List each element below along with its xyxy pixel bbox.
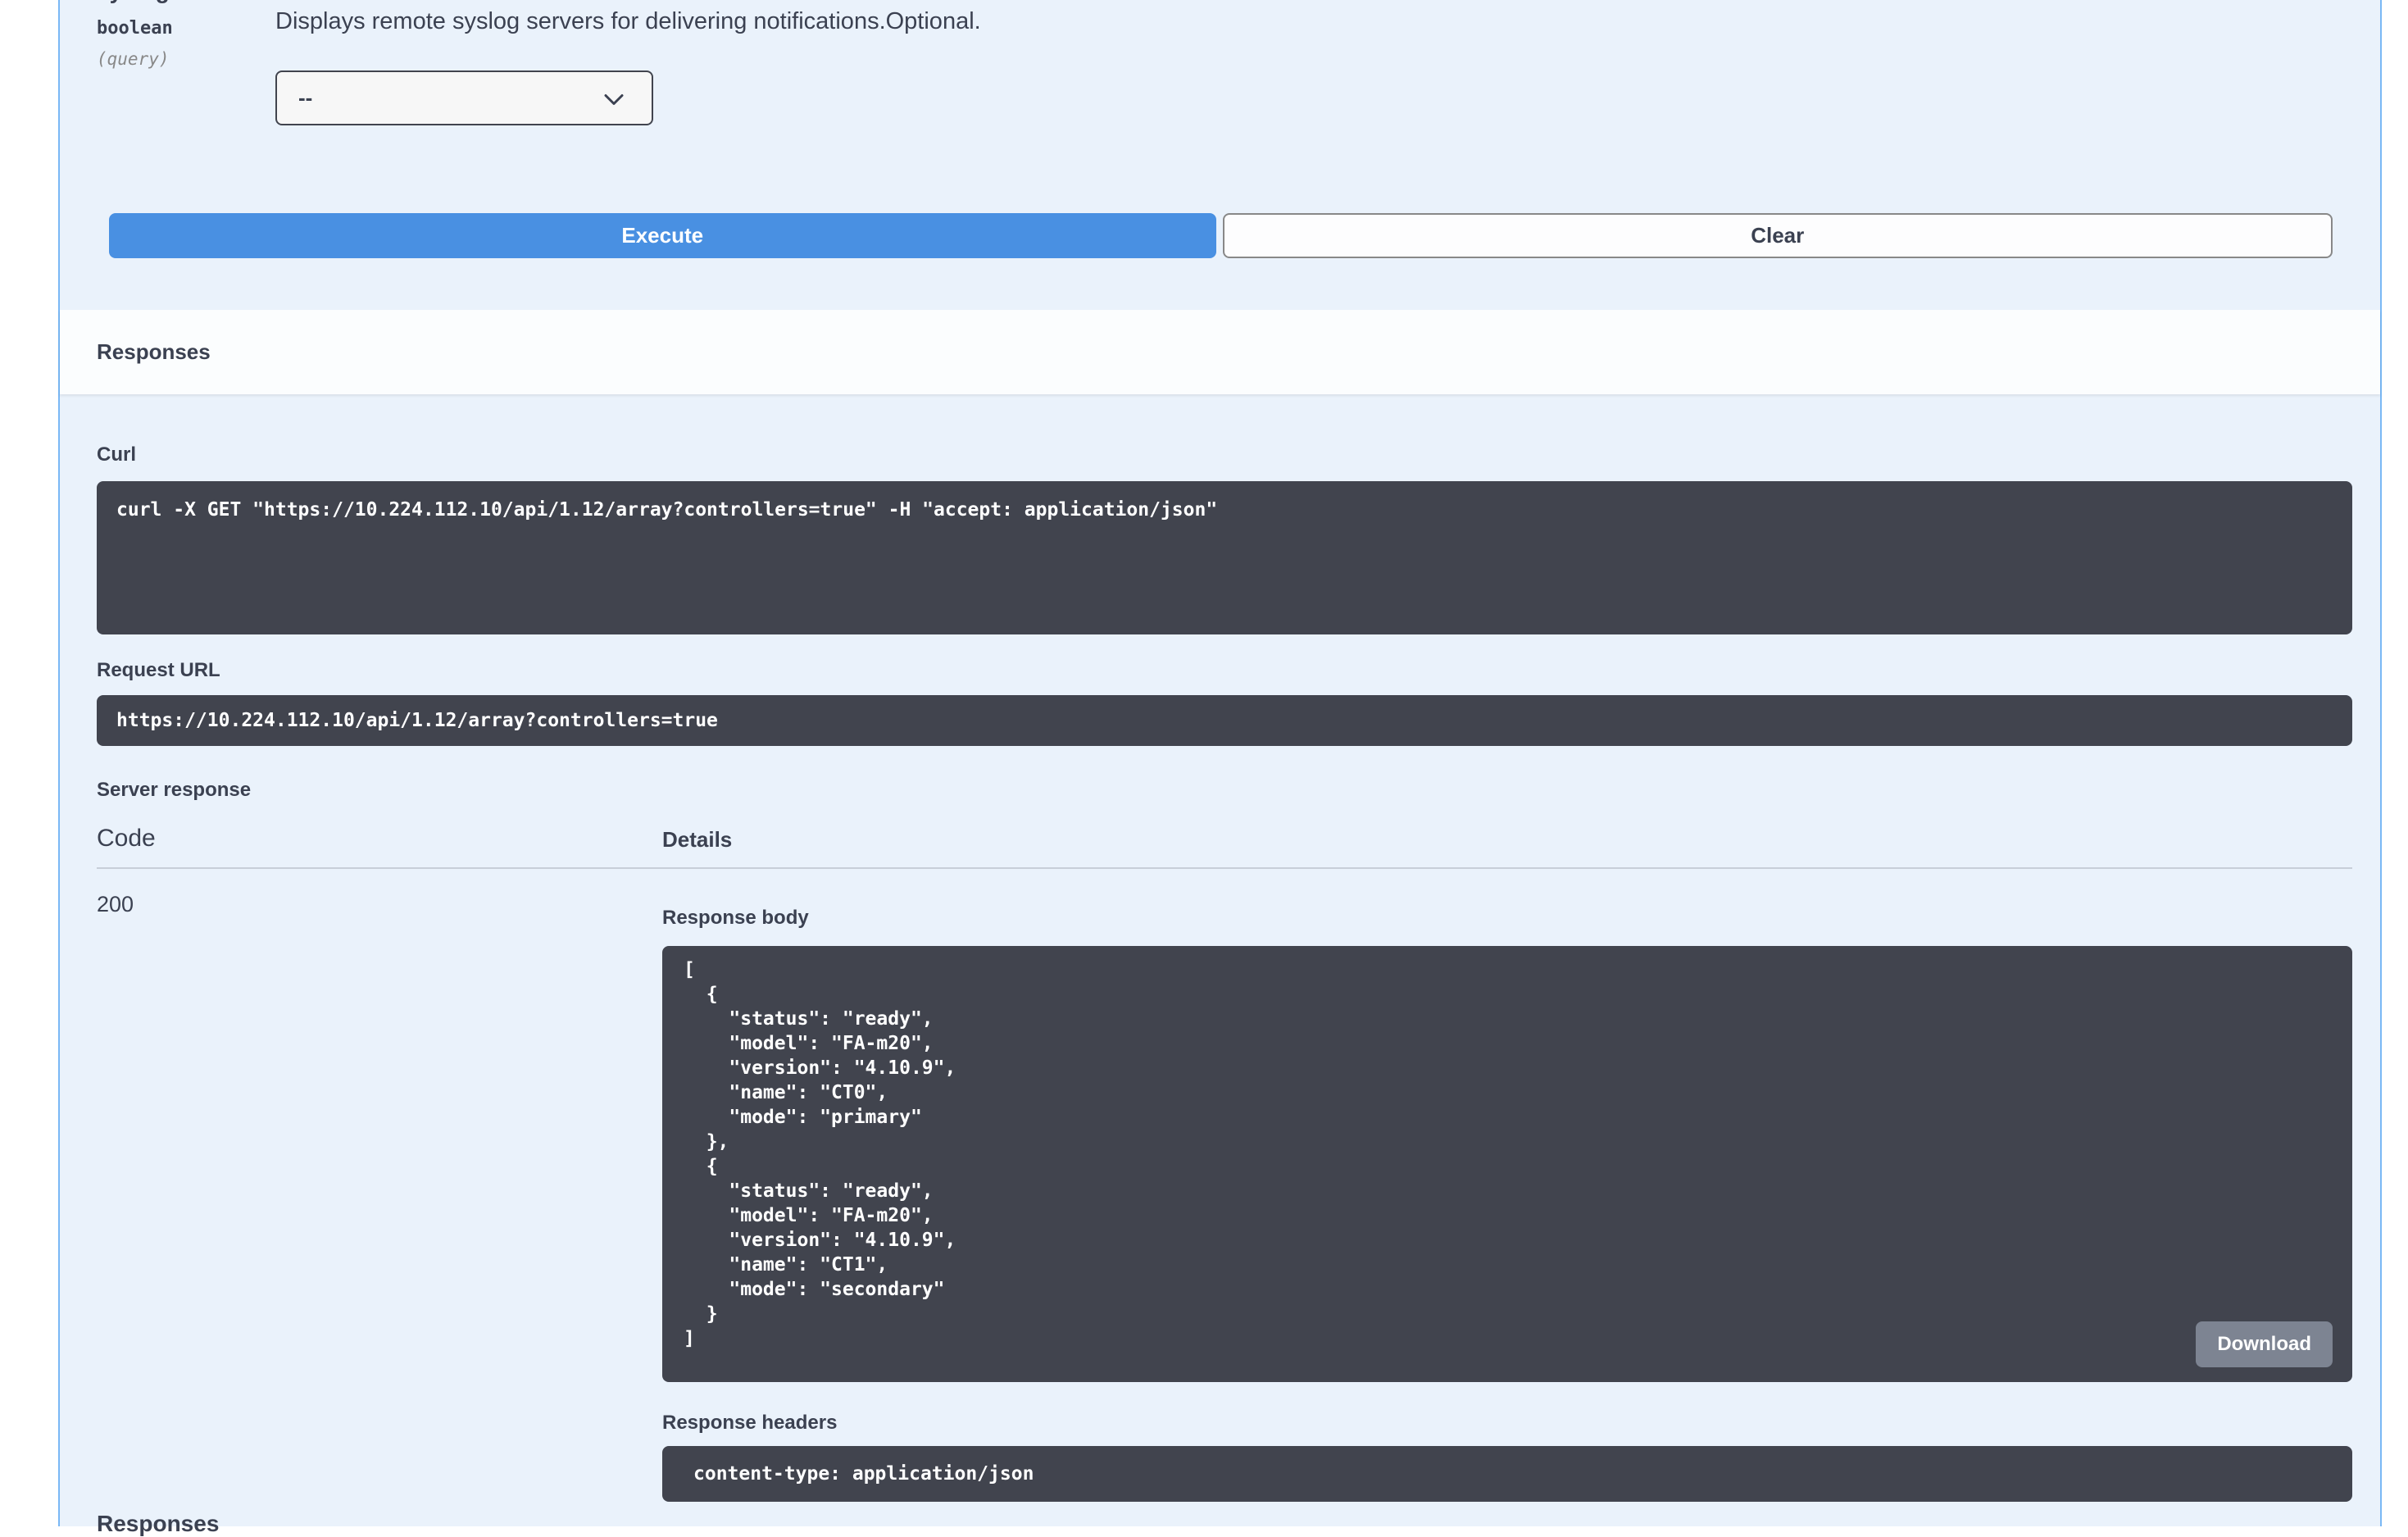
request-url-value: https://10.224.112.10/api/1.12/array?con…: [97, 695, 2352, 746]
parameter-type: boolean: [97, 18, 173, 39]
curl-command: curl -X GET "https://10.224.112.10/api/1…: [97, 481, 2352, 634]
response-table-header: Code Details: [97, 825, 2352, 869]
response-headers-label: Response headers: [662, 1412, 838, 1434]
code-column-header: Code: [97, 825, 156, 852]
response-row: 200 Response body [ { "status": "ready",…: [97, 892, 2352, 1502]
clear-button[interactable]: Clear: [1222, 213, 2333, 258]
response-body[interactable]: [ { "status": "ready", "model": "FA-m20"…: [662, 946, 2352, 1382]
operation-block-get: syslogserver boolean (query) Displays re…: [58, 0, 2382, 1536]
responses-section-header: Responses: [60, 310, 2380, 394]
parameter-description: Displays remote syslog servers for deliv…: [275, 8, 981, 34]
execute-wrapper: Execute Clear: [109, 213, 2333, 258]
server-response-label: Server response: [97, 779, 252, 801]
response-body-label: Response body: [662, 907, 809, 929]
parameter-name: syslogserver: [97, 0, 239, 4]
execute-button[interactable]: Execute: [109, 213, 1216, 258]
response-status-code: 200: [97, 892, 134, 916]
parameter-select[interactable]: --: [275, 70, 653, 125]
responses-section-title: Responses: [97, 339, 211, 364]
chevron-down-icon: [604, 85, 624, 111]
parameter-location: (query): [97, 49, 170, 69]
response-headers: content-type: application/json: [662, 1446, 2352, 1502]
response-details-cell: Response body [ { "status": "ready", "mo…: [662, 892, 2352, 1502]
responses-inner: Curl curl -X GET "https://10.224.112.10/…: [97, 394, 2352, 1502]
responses-doc-section-title: Responses: [97, 1511, 220, 1536]
parameter-select-value: --: [298, 85, 313, 110]
curl-label: Curl: [97, 443, 136, 466]
response-body-wrap: [ { "status": "ready", "model": "FA-m20"…: [662, 946, 2352, 1382]
download-button[interactable]: Download: [2196, 1321, 2333, 1367]
details-column-header: Details: [662, 827, 733, 852]
request-url-label: Request URL: [97, 659, 220, 681]
